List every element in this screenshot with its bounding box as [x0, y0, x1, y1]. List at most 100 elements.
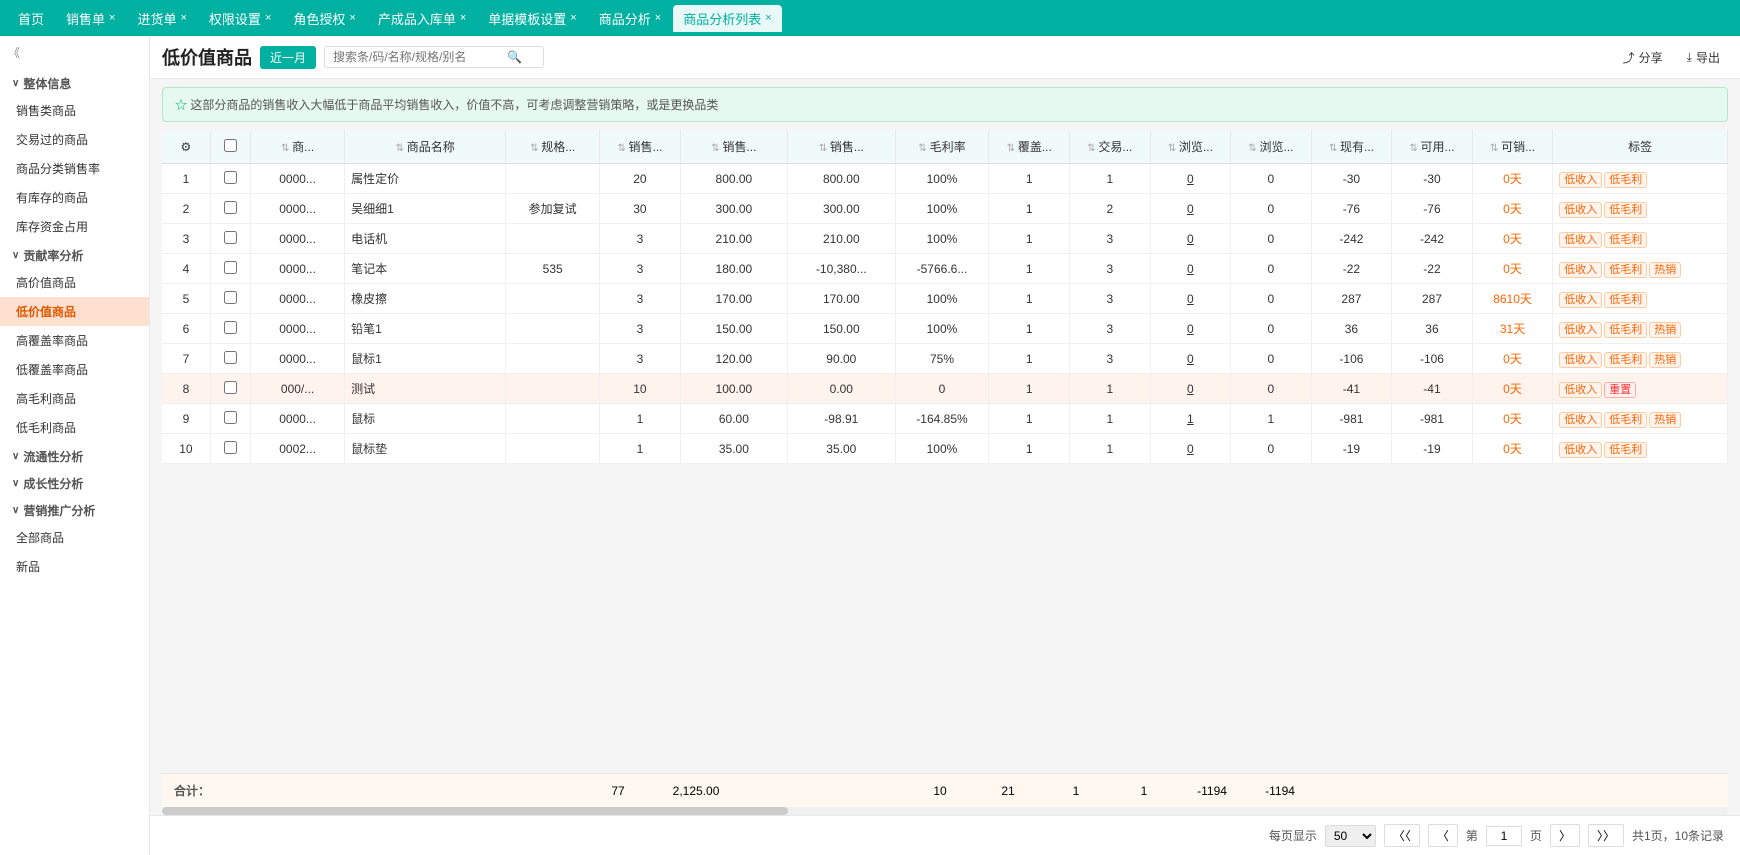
col-sellable-header[interactable]: 可销...	[1472, 130, 1553, 164]
sidebar-group-contribution[interactable]: 贡献率分析	[0, 241, 149, 268]
sidebar-item-high-coverage[interactable]: 高覆盖率商品	[0, 326, 149, 355]
close-template-settings[interactable]: ×	[570, 12, 576, 24]
sidebar-group-circulation[interactable]: 流通性分析	[0, 442, 149, 469]
row-checkbox-cell[interactable]	[210, 344, 250, 374]
nav-role-auth[interactable]: 角色授权 ×	[283, 5, 365, 32]
share-button[interactable]: ⤴ 分享	[1615, 45, 1671, 70]
view1-link[interactable]: 0	[1187, 202, 1194, 216]
sidebar-item-all-products[interactable]: 全部商品	[0, 523, 149, 552]
view1-link[interactable]: 0	[1187, 352, 1194, 366]
view-count1[interactable]: 0	[1150, 374, 1231, 404]
table-container[interactable]: ⚙ 商... 商品名称 规格... 销售... 销售... 销售... 毛利率 …	[162, 130, 1728, 773]
col-view1-header[interactable]: 浏览...	[1150, 130, 1231, 164]
period-button[interactable]: 近一月	[260, 46, 316, 69]
view-count1[interactable]: 0	[1150, 344, 1231, 374]
row-checkbox-cell[interactable]	[210, 404, 250, 434]
row-checkbox-cell[interactable]	[210, 374, 250, 404]
row-checkbox[interactable]	[224, 411, 237, 424]
col-checkbox-header[interactable]	[210, 130, 250, 164]
col-name-header[interactable]: 商品名称	[345, 130, 506, 164]
product-name[interactable]: 吴细细1	[345, 194, 506, 224]
nav-product-inbound[interactable]: 产成品入库单 ×	[368, 5, 476, 32]
row-checkbox[interactable]	[224, 201, 237, 214]
first-page-button[interactable]: 〈〈	[1384, 824, 1420, 847]
nav-sales-order[interactable]: 销售单 ×	[56, 5, 125, 32]
sidebar-item-high-value[interactable]: 高价值商品	[0, 268, 149, 297]
row-checkbox[interactable]	[224, 381, 237, 394]
row-checkbox[interactable]	[224, 321, 237, 334]
col-settings[interactable]: ⚙	[162, 130, 210, 164]
scrollbar-thumb[interactable]	[162, 807, 788, 815]
view1-link[interactable]: 0	[1187, 442, 1194, 456]
search-input[interactable]	[333, 50, 503, 64]
sidebar-item-sales-products[interactable]: 销售类商品	[0, 96, 149, 125]
sidebar-item-stocked-products[interactable]: 有库存的商品	[0, 183, 149, 212]
product-name[interactable]: 橡皮擦	[345, 284, 506, 314]
row-checkbox-cell[interactable]	[210, 434, 250, 464]
col-sale2-header[interactable]: 销售...	[680, 130, 787, 164]
view-count1[interactable]: 0	[1150, 254, 1231, 284]
col-coverage-header[interactable]: 覆盖...	[989, 130, 1070, 164]
view1-link[interactable]: 0	[1187, 322, 1194, 336]
export-button[interactable]: ⤓ 导出	[1679, 45, 1728, 70]
col-sale1-header[interactable]: 销售...	[600, 130, 681, 164]
sidebar-item-category-sales-rate[interactable]: 商品分类销售率	[0, 154, 149, 183]
view-count1[interactable]: 1	[1150, 404, 1231, 434]
search-icon[interactable]: 🔍	[507, 50, 522, 64]
col-trade-header[interactable]: 交易...	[1070, 130, 1151, 164]
row-checkbox-cell[interactable]	[210, 164, 250, 194]
close-permissions[interactable]: ×	[265, 12, 271, 24]
sidebar-item-new-products[interactable]: 新品	[0, 552, 149, 581]
sidebar-item-low-coverage[interactable]: 低覆盖率商品	[0, 355, 149, 384]
horizontal-scrollbar[interactable]	[162, 807, 1728, 815]
col-margin-header[interactable]: 毛利率	[895, 130, 989, 164]
row-checkbox[interactable]	[224, 231, 237, 244]
prev-page-button[interactable]: 〈	[1428, 824, 1458, 847]
view1-link[interactable]: 0	[1187, 232, 1194, 246]
row-checkbox-cell[interactable]	[210, 194, 250, 224]
row-checkbox-cell[interactable]	[210, 254, 250, 284]
col-sale3-header[interactable]: 销售...	[788, 130, 895, 164]
sidebar-collapse-button[interactable]: 《	[0, 36, 149, 69]
col-current-header[interactable]: 现有...	[1311, 130, 1392, 164]
close-sales-order[interactable]: ×	[109, 12, 115, 24]
product-name[interactable]: 鼠标1	[345, 344, 506, 374]
row-checkbox[interactable]	[224, 171, 237, 184]
row-checkbox-cell[interactable]	[210, 224, 250, 254]
sidebar-item-inventory-funds[interactable]: 库存资金占用	[0, 212, 149, 241]
view-count1[interactable]: 0	[1150, 434, 1231, 464]
view-count1[interactable]: 0	[1150, 314, 1231, 344]
product-name[interactable]: 测试	[345, 374, 506, 404]
view-count1[interactable]: 0	[1150, 284, 1231, 314]
col-available-header[interactable]: 可用...	[1392, 130, 1473, 164]
nav-product-analysis-list[interactable]: 商品分析列表 ×	[673, 5, 781, 32]
close-role-auth[interactable]: ×	[349, 12, 355, 24]
product-name[interactable]: 属性定价	[345, 164, 506, 194]
product-name[interactable]: 铅笔1	[345, 314, 506, 344]
view1-link[interactable]: 1	[1187, 412, 1194, 426]
col-spec-header[interactable]: 规格...	[506, 130, 600, 164]
nav-purchase-order[interactable]: 进货单 ×	[127, 5, 196, 32]
row-checkbox[interactable]	[224, 351, 237, 364]
per-page-select[interactable]: 50 100	[1325, 825, 1376, 847]
search-box[interactable]: 🔍	[324, 46, 544, 68]
sidebar-group-growth[interactable]: 成长性分析	[0, 469, 149, 496]
sidebar-item-low-margin[interactable]: 低毛利商品	[0, 413, 149, 442]
view-count1[interactable]: 0	[1150, 194, 1231, 224]
close-purchase-order[interactable]: ×	[180, 12, 186, 24]
sidebar-group-marketing[interactable]: 营销推广分析	[0, 496, 149, 523]
current-page-input[interactable]	[1486, 826, 1522, 846]
close-product-analysis-list[interactable]: ×	[765, 12, 771, 24]
sidebar-item-high-margin[interactable]: 高毛利商品	[0, 384, 149, 413]
nav-product-analysis[interactable]: 商品分析 ×	[589, 5, 671, 32]
close-product-analysis[interactable]: ×	[655, 12, 661, 24]
select-all-checkbox[interactable]	[224, 139, 237, 152]
view1-link[interactable]: 0	[1187, 292, 1194, 306]
product-name[interactable]: 鼠标	[345, 404, 506, 434]
col-code-header[interactable]: 商...	[251, 130, 345, 164]
nav-home[interactable]: 首页	[8, 5, 54, 32]
last-page-button[interactable]: 〉〉	[1588, 824, 1624, 847]
row-checkbox[interactable]	[224, 261, 237, 274]
row-checkbox[interactable]	[224, 441, 237, 454]
view-count1[interactable]: 0	[1150, 224, 1231, 254]
